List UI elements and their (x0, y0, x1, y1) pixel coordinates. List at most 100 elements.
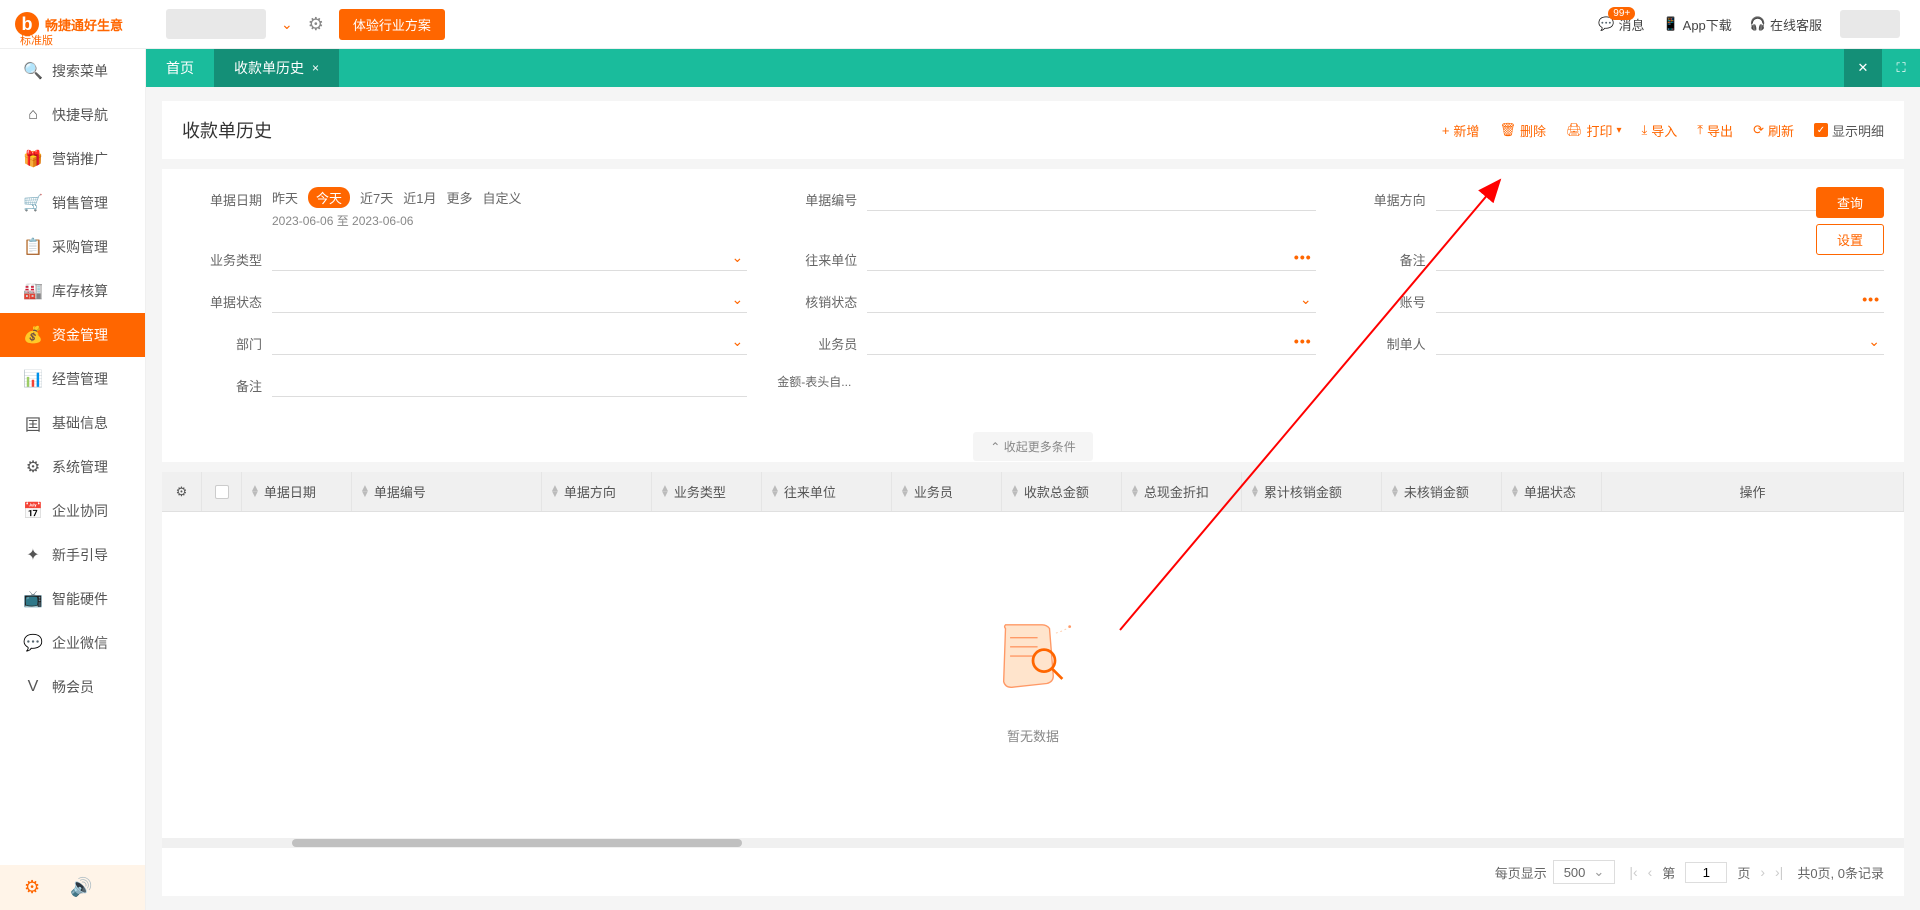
print-button[interactable]: 🖨打印▾ (1566, 121, 1622, 140)
date-week[interactable]: 近7天 (360, 188, 393, 207)
horizontal-scrollbar[interactable] (162, 838, 1904, 848)
tabs-bar: 首页 收款单历史× ✕ ⛶ (146, 49, 1920, 87)
close-all-tabs-button[interactable]: ✕ (1844, 49, 1882, 87)
page-number-input[interactable] (1685, 862, 1727, 883)
th-actions: 操作 (1602, 472, 1904, 511)
sidebar-item-hardware[interactable]: 📺智能硬件 (0, 577, 145, 621)
gear-icon: ⚙ (24, 458, 42, 476)
add-button[interactable]: +新增 (1442, 121, 1480, 140)
sort-icon: ▲▼ (1390, 486, 1400, 498)
th-direction[interactable]: ▲▼单据方向 (542, 472, 652, 511)
date-more[interactable]: 更多 (447, 188, 473, 207)
sidebar-item-marketing[interactable]: 🎁营销推广 (0, 137, 145, 181)
ellipsis-icon: ••• (1294, 249, 1312, 265)
sidebar-item-guide[interactable]: ✦新手引导 (0, 533, 145, 577)
collapse-conditions-button[interactable]: ⌃ 收起更多条件 (973, 432, 1093, 461)
label-doc-no: 单据编号 (777, 187, 867, 209)
th-status[interactable]: ▲▼单据状态 (1502, 472, 1602, 511)
tab-receipt-history[interactable]: 收款单历史× (214, 49, 339, 87)
customer-service-link[interactable]: 🎧 在线客服 (1750, 15, 1822, 34)
date-today[interactable]: 今天 (308, 187, 350, 208)
home-icon: ⌂ (24, 106, 42, 124)
sidebar-item-business[interactable]: 📊经营管理 (0, 357, 145, 401)
import-button[interactable]: ⤓导入 (1642, 121, 1678, 140)
sidebar-item-basicinfo[interactable]: 囯基础信息 (0, 401, 145, 445)
refresh-button[interactable]: ⟳刷新 (1753, 121, 1794, 140)
sidebar-item-inventory[interactable]: 🏭库存核算 (0, 269, 145, 313)
sidebar-item-purchase[interactable]: 📋采购管理 (0, 225, 145, 269)
sidebar-item-system[interactable]: ⚙系统管理 (0, 445, 145, 489)
company-dropdown-icon[interactable]: ⌄ (281, 16, 293, 33)
input-doc-no[interactable] (867, 187, 1315, 211)
footer-sound-icon[interactable]: 🔊 (70, 877, 92, 898)
lookup-salesman[interactable]: ••• (867, 331, 1315, 355)
select-all-checkbox[interactable] (202, 472, 242, 511)
settings-icon[interactable]: ⚙ (308, 14, 324, 35)
th-verified-amount[interactable]: ▲▼累计核销金额 (1242, 472, 1382, 511)
page-size-select[interactable]: 500⌄ (1553, 860, 1616, 884)
sidebar-item-finance[interactable]: 💰资金管理 (0, 313, 145, 357)
clipboard-icon: 📋 (24, 238, 42, 256)
brand-sub: 标准版 (20, 32, 53, 48)
fullscreen-button[interactable]: ⛶ (1882, 49, 1920, 87)
date-month[interactable]: 近1月 (403, 188, 436, 207)
th-doc-no[interactable]: ▲▼单据编号 (352, 472, 542, 511)
lookup-account[interactable]: ••• (1436, 289, 1884, 313)
message-badge: 99+ (1608, 7, 1635, 20)
user-avatar[interactable] (1840, 10, 1900, 38)
chevron-down-icon: ⌄ (732, 249, 744, 266)
sidebar-item-search[interactable]: 🔍搜索菜单 (0, 49, 145, 93)
sort-icon: ▲▼ (770, 486, 780, 498)
show-detail-toggle[interactable]: ✓显示明细 (1814, 121, 1884, 140)
try-industry-button[interactable]: 体验行业方案 (339, 9, 445, 40)
select-dept[interactable]: ⌄ (272, 331, 747, 355)
last-page-button[interactable]: ›| (1775, 864, 1783, 880)
select-doc-status[interactable]: ⌄ (272, 289, 747, 313)
sort-icon: ▲▼ (1510, 486, 1520, 498)
select-verify-status[interactable]: ⌄ (867, 289, 1315, 313)
th-total-amount[interactable]: ▲▼收款总金额 (1002, 472, 1122, 511)
th-discount[interactable]: ▲▼总现金折扣 (1122, 472, 1242, 511)
th-salesman[interactable]: ▲▼业务员 (892, 472, 1002, 511)
select-biz-type[interactable]: ⌄ (272, 247, 747, 271)
sidebar: 🔍搜索菜单 ⌂快捷导航 🎁营销推广 🛒销售管理 📋采购管理 🏭库存核算 💰资金管… (0, 49, 146, 910)
export-button[interactable]: ⤒导出 (1697, 121, 1733, 140)
column-settings-button[interactable]: ⚙ (162, 472, 202, 511)
sidebar-item-shortcut[interactable]: ⌂快捷导航 (0, 93, 145, 137)
date-yesterday[interactable]: 昨天 (272, 188, 298, 207)
settings-button[interactable]: 设置 (1816, 224, 1884, 255)
sidebar-item-sales[interactable]: 🛒销售管理 (0, 181, 145, 225)
prev-page-button[interactable]: ‹ (1648, 864, 1653, 880)
factory-icon: 🏭 (24, 282, 42, 300)
gear-icon: ⚙ (176, 484, 188, 500)
wechat-icon: 💬 (24, 634, 42, 652)
th-biz-type[interactable]: ▲▼业务类型 (652, 472, 762, 511)
next-page-button[interactable]: › (1760, 864, 1765, 880)
empty-text: 暂无数据 (1007, 726, 1059, 745)
export-icon: ⤒ (1697, 122, 1703, 138)
th-unverified-amount[interactable]: ▲▼未核销金额 (1382, 472, 1502, 511)
th-partner[interactable]: ▲▼往来单位 (762, 472, 892, 511)
scrollbar-thumb[interactable] (292, 839, 742, 847)
footer-gear-icon[interactable]: ⚙ (24, 877, 40, 898)
messages-link[interactable]: 💬 99+ 消息 (1598, 15, 1644, 34)
select-creator[interactable]: ⌄ (1436, 331, 1884, 355)
tab-home[interactable]: 首页 (146, 49, 214, 87)
sidebar-item-collab[interactable]: 📅企业协同 (0, 489, 145, 533)
search-button[interactable]: 查询 (1816, 187, 1884, 218)
delete-button[interactable]: 🗑删除 (1499, 121, 1546, 140)
first-page-button[interactable]: |‹ (1629, 864, 1637, 880)
sort-icon: ▲▼ (660, 486, 670, 498)
date-custom[interactable]: 自定义 (483, 188, 522, 207)
sidebar-item-vip[interactable]: V畅会员 (0, 665, 145, 709)
label-remark: 备注 (1346, 247, 1436, 269)
lookup-partner[interactable]: ••• (867, 247, 1315, 271)
tab-close-icon[interactable]: × (312, 61, 319, 75)
input-remark2[interactable] (272, 373, 747, 397)
app-download-link[interactable]: 📱 App下载 (1662, 15, 1731, 34)
sidebar-item-wechat[interactable]: 💬企业微信 (0, 621, 145, 665)
label-account: 账号 (1346, 289, 1436, 311)
label-remark2: 备注 (182, 373, 272, 395)
th-doc-date[interactable]: ▲▼单据日期 (242, 472, 352, 511)
chevron-down-icon: ⌄ (1868, 333, 1880, 350)
